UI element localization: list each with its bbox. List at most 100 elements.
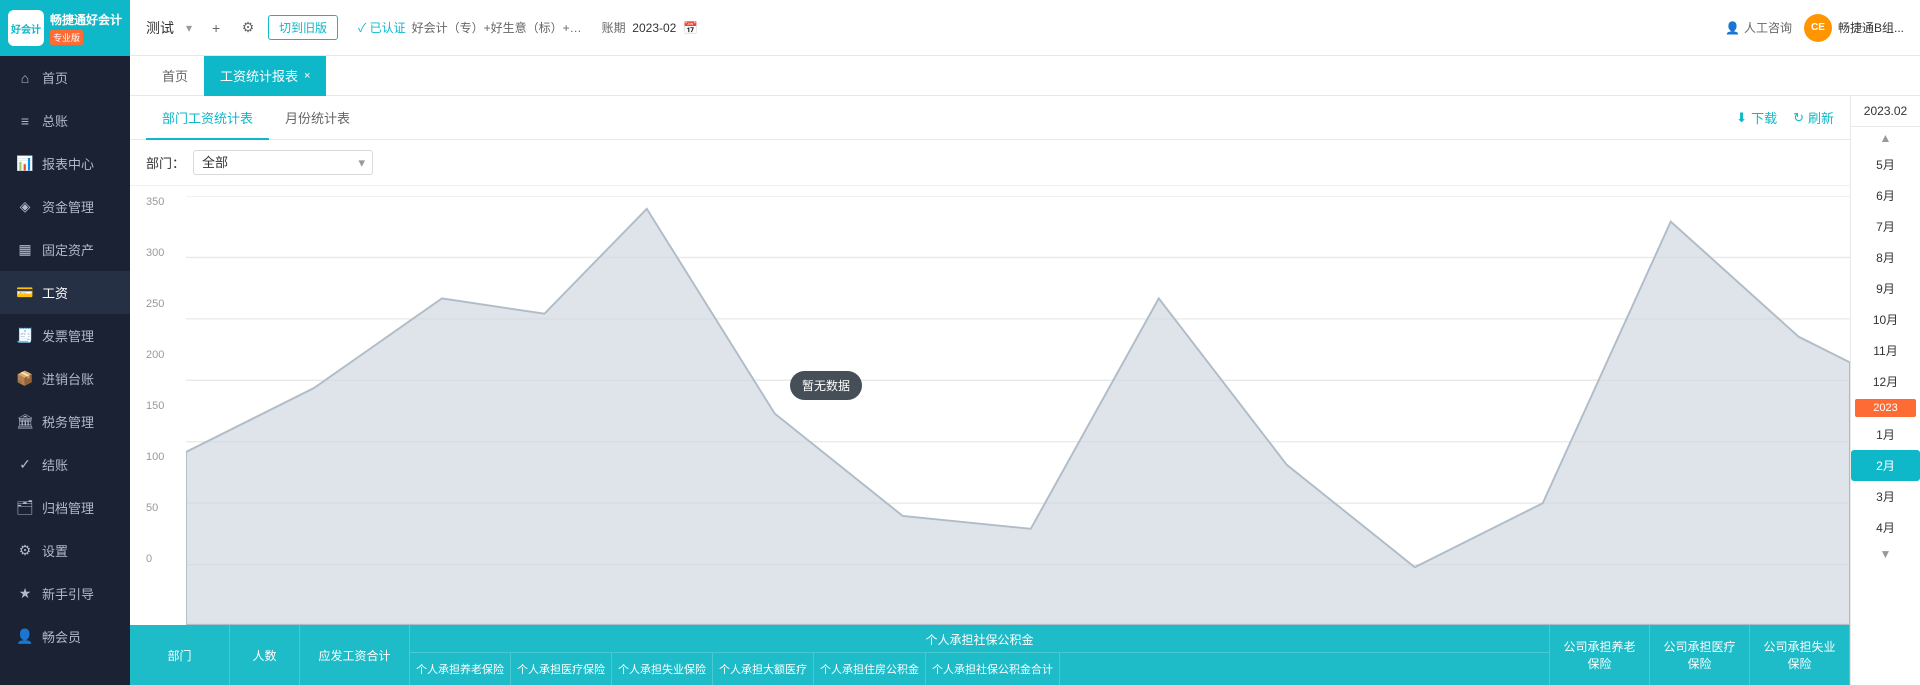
user-menu[interactable]: CE 畅捷通B组...	[1804, 14, 1904, 42]
col-count: 人数	[230, 625, 300, 685]
sales-icon: 📦	[16, 370, 34, 387]
department-select[interactable]: 全部	[193, 150, 373, 175]
refresh-button[interactable]: ↻ 刷新	[1793, 108, 1834, 127]
assets-icon: ▦	[16, 241, 34, 258]
date-nav-up[interactable]: ▲	[1851, 127, 1920, 149]
sidebar-item-archive[interactable]: 🗂 归档管理	[0, 486, 130, 529]
date-apr-2023[interactable]: 4月	[1851, 512, 1920, 543]
date-nav-down-icon[interactable]: ▼	[1880, 547, 1892, 561]
product-tags: 好会计（专）+好生意（标）+…	[412, 19, 582, 36]
date-nav-up-icon[interactable]: ▲	[1880, 131, 1892, 145]
help-icon: 👤	[1725, 21, 1740, 35]
sidebar-item-settings[interactable]: ⚙ 设置	[0, 529, 130, 572]
group-personal-insurance: 个人承担社保公积金 个人承担养老保险 个人承担医疗保险 个人承担失业保险 个人承…	[410, 625, 1550, 685]
main-panel: 部门工资统计表 月份统计表 ⬇ 下载 ↻ 刷新	[130, 96, 1850, 685]
project-dropdown-arrow[interactable]: ▾	[186, 21, 192, 35]
col-company-unemployment: 公司承担失业保险	[1750, 625, 1850, 685]
settle-icon: ✓	[16, 456, 34, 473]
sidebar-item-salary[interactable]: 💳 工资	[0, 271, 130, 314]
add-button[interactable]: +	[204, 16, 228, 40]
year-2023: 2023	[1855, 399, 1916, 417]
avatar: CE	[1804, 14, 1832, 42]
refresh-icon: ↻	[1793, 110, 1804, 126]
date-jan-2023[interactable]: 1月	[1851, 419, 1920, 450]
date-feb-2023[interactable]: 2月	[1851, 450, 1920, 481]
sidebar-item-sales[interactable]: 📦 进销台账	[0, 357, 130, 400]
dept-label: 部门：	[146, 153, 185, 172]
tab-home[interactable]: 首页	[146, 56, 204, 96]
ledger-icon: ≡	[16, 113, 34, 129]
date-dec-2022[interactable]: 12月	[1851, 366, 1920, 397]
archive-icon: 🗂	[16, 499, 34, 516]
area-chart	[186, 196, 1850, 625]
date-nav-down[interactable]: ▼	[1851, 543, 1920, 565]
sidebar: 好会计 畅捷通好会计 专业版 ⌂ 首页 ≡ 总账 📊 报表中心 ◈ 资金管理 ▦…	[0, 0, 130, 685]
sidebar-item-home[interactable]: ⌂ 首页	[0, 56, 130, 99]
settings-button[interactable]: ⚙	[236, 16, 260, 40]
date-may-2022[interactable]: 5月	[1851, 149, 1920, 180]
sub-tab-dept[interactable]: 部门工资统计表	[146, 96, 269, 140]
home-icon: ⌂	[16, 70, 34, 86]
project-title: 测试	[146, 18, 174, 38]
col-personal-housing: 个人承担住房公积金	[814, 653, 926, 685]
sidebar-item-tax[interactable]: 🏛 税务管理	[0, 400, 130, 443]
tab-salary-report[interactable]: 工资统计报表 ×	[204, 56, 326, 96]
sidebar-item-guide[interactable]: ★ 新手引导	[0, 572, 130, 615]
sidebar-item-settle[interactable]: ✓ 结账	[0, 443, 130, 486]
table-header: 部门 人数 应发工资合计 个人承担社保公积金 个人承担养老保险	[130, 625, 1850, 685]
sidebar-item-funds[interactable]: ◈ 资金管理	[0, 185, 130, 228]
topbar-right: 👤 人工咨询 CE 畅捷通B组...	[1725, 14, 1904, 42]
col-company-pension: 公司承担养老保险	[1550, 625, 1650, 685]
col-total-salary: 应发工资合计	[300, 625, 410, 685]
col-company-medical: 公司承担医疗保险	[1650, 625, 1750, 685]
sub-tab-monthly[interactable]: 月份统计表	[269, 96, 366, 140]
sub-tabs: 部门工资统计表 月份统计表 ⬇ 下载 ↻ 刷新	[130, 96, 1850, 140]
date-nov-2022[interactable]: 11月	[1851, 335, 1920, 366]
logo-icon: 好会计	[8, 10, 44, 46]
logo-text: 畅捷通好会计 专业版	[50, 11, 122, 45]
topbar-actions: + ⚙ 切到旧版	[204, 15, 338, 40]
date-oct-2022[interactable]: 10月	[1851, 304, 1920, 335]
date-jun-2022[interactable]: 6月	[1851, 180, 1920, 211]
tax-icon: 🏛	[16, 413, 34, 430]
date-sep-2022[interactable]: 9月	[1851, 273, 1920, 304]
invoice-icon: 🧾	[16, 327, 34, 344]
date-header: 2023.02	[1851, 96, 1920, 127]
download-icon: ⬇	[1736, 110, 1747, 126]
sidebar-item-ledger[interactable]: ≡ 总账	[0, 99, 130, 142]
col-dept: 部门	[130, 625, 230, 685]
right-date-panel: 2023.02 ▲ 5月 6月 7月 8月 9月 10月 11月 12月 202…	[1850, 96, 1920, 685]
guide-icon: ★	[16, 585, 34, 602]
department-select-wrapper: 全部	[193, 150, 373, 175]
main-content: 测试 ▾ + ⚙ 切到旧版 ✓ 已认证 好会计（专）+好生意（标）+… 账期 2…	[130, 0, 1920, 685]
settings-icon: ⚙	[16, 542, 34, 559]
y-label-100: 100	[146, 451, 186, 463]
funds-icon: ◈	[16, 198, 34, 215]
sidebar-item-reports[interactable]: 📊 报表中心	[0, 142, 130, 185]
date-aug-2022[interactable]: 8月	[1851, 242, 1920, 273]
date-jul-2022[interactable]: 7月	[1851, 211, 1920, 242]
period-label: 账期 2023-02 📅	[602, 19, 698, 36]
switch-version-button[interactable]: 切到旧版	[268, 15, 338, 40]
chart-area: 350 300 250 200 150 100 50 0	[130, 186, 1850, 625]
y-label-150: 150	[146, 400, 186, 412]
col-personal-pension: 个人承担养老保险	[410, 653, 511, 685]
certified-tag: ✓ 已认证	[358, 19, 406, 36]
col-personal-medical: 个人承担医疗保险	[511, 653, 612, 685]
sidebar-item-member[interactable]: 👤 畅会员	[0, 615, 130, 658]
tabbar: 首页 工资统计报表 ×	[130, 56, 1920, 96]
date-mar-2023[interactable]: 3月	[1851, 481, 1920, 512]
sidebar-item-invoice[interactable]: 🧾 发票管理	[0, 314, 130, 357]
reports-icon: 📊	[16, 155, 34, 172]
sidebar-item-assets[interactable]: ▦ 固定资产	[0, 228, 130, 271]
calendar-icon[interactable]: 📅	[683, 21, 698, 35]
download-button[interactable]: ⬇ 下载	[1736, 108, 1777, 127]
topbar-tags: ✓ 已认证 好会计（专）+好生意（标）+…	[358, 19, 582, 36]
y-label-50: 50	[146, 502, 186, 514]
col-personal-major-medical: 个人承担大额医疗	[713, 653, 814, 685]
y-label-200: 200	[146, 349, 186, 361]
help-button[interactable]: 👤 人工咨询	[1725, 19, 1792, 36]
y-label-0: 0	[146, 553, 186, 565]
tab-close-icon[interactable]: ×	[304, 70, 310, 82]
y-label-250: 250	[146, 298, 186, 310]
